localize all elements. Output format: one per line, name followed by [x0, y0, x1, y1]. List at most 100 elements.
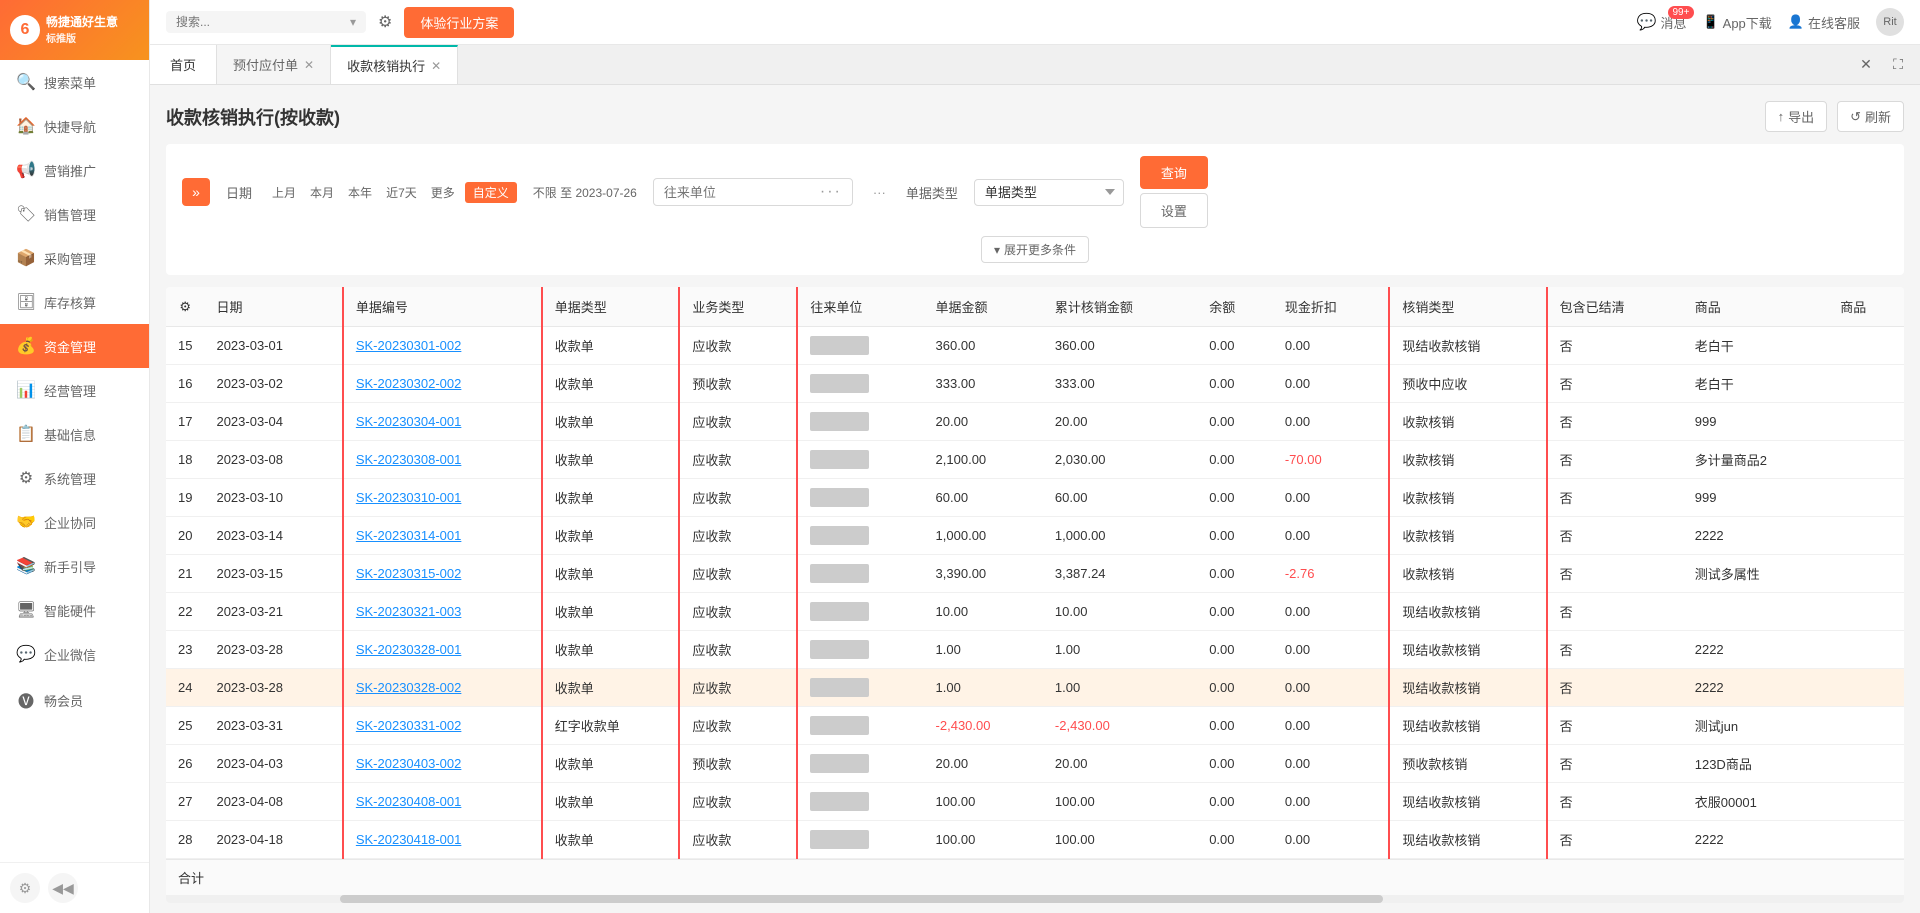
- date-this-month[interactable]: 本月: [306, 182, 338, 203]
- cell-cancel-type: 预收款核销: [1389, 745, 1546, 783]
- sidebar-item-member[interactable]: 🅥畅会员: [0, 676, 149, 724]
- sidebar-item-finance[interactable]: 💰资金管理: [0, 324, 149, 368]
- table-header-row: ⚙ 日期 单据编号 单据类型 业务类型 往来单位 单据金额 累计核销金额 余额 …: [166, 287, 1904, 327]
- date-this-year[interactable]: 本年: [344, 182, 376, 203]
- doc-no-link[interactable]: SK-20230314-001: [356, 528, 462, 543]
- sidebar-item-inventory[interactable]: 🗄库存核算: [0, 280, 149, 324]
- collapse-btn[interactable]: ◀◀: [48, 873, 78, 903]
- date-more[interactable]: 更多: [427, 182, 459, 203]
- cell-partner: ██: [797, 783, 923, 821]
- sidebar-item-operations[interactable]: 📊经营管理: [0, 368, 149, 412]
- sidebar-item-sales[interactable]: 🏷销售管理: [0, 192, 149, 236]
- topbar-app-btn[interactable]: 📱 App下载: [1702, 13, 1771, 32]
- doc-no-link[interactable]: SK-20230315-002: [356, 566, 462, 581]
- doc-no-link[interactable]: SK-20230408-001: [356, 794, 462, 809]
- wechat-icon: 💬: [16, 644, 36, 664]
- sidebar-item-hardware[interactable]: 🖥智能硬件: [0, 588, 149, 632]
- avatar[interactable]: Rit: [1876, 8, 1904, 36]
- table-row: 16 2023-03-02 SK-20230302-002 收款单 预收款 ██…: [166, 365, 1904, 403]
- sidebar-item-system[interactable]: ⚙系统管理: [0, 456, 149, 500]
- cell-doc-type: 红字收款单: [542, 707, 680, 745]
- topbar-chevron-icon[interactable]: ▾: [350, 15, 356, 29]
- sidebar-item-marketing[interactable]: 📢营销推广: [0, 148, 149, 192]
- topbar-msg-btn[interactable]: 💬 消息 99+: [1637, 12, 1687, 32]
- query-btn[interactable]: 查询: [1140, 156, 1208, 189]
- cell-goods1: 123D商品: [1683, 745, 1829, 783]
- sidebar-item-guide[interactable]: 📚新手引导: [0, 544, 149, 588]
- date-last-month[interactable]: 上月: [268, 182, 300, 203]
- cell-include-settled: 否: [1547, 365, 1683, 403]
- doc-no-link[interactable]: SK-20230331-002: [356, 718, 462, 733]
- filter-settings-btn[interactable]: 设置: [1140, 193, 1208, 228]
- msg-badge: 99+: [1668, 6, 1695, 19]
- export-btn[interactable]: ↑ 导出: [1765, 101, 1828, 132]
- cell-balance: 0.00: [1197, 631, 1273, 669]
- cell-biz-type: 应收款: [679, 593, 797, 631]
- topbar-search-input[interactable]: [176, 15, 344, 29]
- tab-home[interactable]: 首页: [150, 45, 217, 84]
- cell-discount: -2.76: [1273, 555, 1389, 593]
- doc-no-link[interactable]: SK-20230304-001: [356, 414, 462, 429]
- cell-include-settled: 否: [1547, 821, 1683, 859]
- horizontal-scrollbar[interactable]: [166, 895, 1904, 903]
- tab-writeoff-close[interactable]: ✕: [431, 59, 441, 73]
- partner-input[interactable]: [664, 185, 814, 200]
- cell-partner: ██: [797, 631, 923, 669]
- cell-cancel-type: 现结收款核销: [1389, 783, 1546, 821]
- topbar-solution-btn[interactable]: 体验行业方案: [404, 7, 514, 38]
- doc-no-link[interactable]: SK-20230302-002: [356, 376, 462, 391]
- tab-close-all-btn[interactable]: ✕: [1854, 53, 1878, 77]
- filter-separator: ···: [869, 185, 890, 200]
- doc-no-link[interactable]: SK-20230418-001: [356, 832, 462, 847]
- cell-include-settled: 否: [1547, 593, 1683, 631]
- sidebar-item-wechat[interactable]: 💬企业微信: [0, 632, 149, 676]
- date-custom-btn[interactable]: 自定义: [465, 182, 517, 203]
- tab-prepay[interactable]: 预付应付单 ✕: [217, 45, 331, 84]
- topbar-gear-icon[interactable]: ⚙: [378, 12, 392, 32]
- th-doc-type: 单据类型: [542, 287, 680, 327]
- refresh-icon: ↺: [1850, 109, 1861, 125]
- sidebar-item-search[interactable]: 🔍搜索菜单: [0, 60, 149, 104]
- sidebar-item-base[interactable]: 📋基础信息: [0, 412, 149, 456]
- cell-goods2: [1828, 403, 1904, 441]
- expand-more-btn[interactable]: ▾ 展开更多条件: [981, 236, 1089, 263]
- doc-no-link[interactable]: SK-20230321-003: [356, 604, 462, 619]
- cell-amount: 333.00: [924, 365, 1043, 403]
- sidebar-item-corp[interactable]: 🤝企业协同: [0, 500, 149, 544]
- doc-no-link[interactable]: SK-20230308-001: [356, 452, 462, 467]
- doc-no-link[interactable]: SK-20230328-001: [356, 642, 462, 657]
- purchase-icon: 📦: [16, 248, 36, 268]
- cell-date: 2023-04-18: [204, 821, 342, 859]
- cell-balance: 0.00: [1197, 707, 1273, 745]
- msg-icon: 💬: [1637, 12, 1657, 32]
- cell-no: 24: [166, 669, 204, 707]
- doc-no-link[interactable]: SK-20230310-001: [356, 490, 462, 505]
- topbar-service-btn[interactable]: 👤 在线客服: [1788, 13, 1860, 32]
- filter-expand-btn[interactable]: »: [182, 178, 210, 206]
- sidebar-item-quick-nav[interactable]: 🏠快捷导航: [0, 104, 149, 148]
- th-gear[interactable]: ⚙: [166, 287, 204, 327]
- scrollbar-thumb[interactable]: [340, 895, 1383, 903]
- cell-goods1: 老白干: [1683, 365, 1829, 403]
- doc-no-link[interactable]: SK-20230328-002: [356, 680, 462, 695]
- tab-prepay-close[interactable]: ✕: [304, 58, 314, 72]
- sidebar-item-label: 智能硬件: [44, 601, 96, 620]
- settings-footer-btn[interactable]: ⚙: [10, 873, 40, 903]
- th-amount: 单据金额: [924, 287, 1043, 327]
- doc-type-select[interactable]: 单据类型 收款单 红字收款单: [974, 179, 1124, 206]
- cell-discount: 0.00: [1273, 479, 1389, 517]
- tab-writeoff[interactable]: 收款核销执行 ✕: [331, 45, 458, 84]
- doc-no-link[interactable]: SK-20230301-002: [356, 338, 462, 353]
- doc-no-link[interactable]: SK-20230403-002: [356, 756, 462, 771]
- th-partner: 往来单位: [797, 287, 923, 327]
- cell-include-settled: 否: [1547, 327, 1683, 365]
- sidebar-item-purchase[interactable]: 📦采购管理: [0, 236, 149, 280]
- cell-biz-type: 预收款: [679, 745, 797, 783]
- refresh-btn[interactable]: ↺ 刷新: [1837, 101, 1904, 132]
- tab-expand-btn[interactable]: ⛶: [1886, 53, 1910, 77]
- cell-discount: 0.00: [1273, 669, 1389, 707]
- cell-amount: 100.00: [924, 821, 1043, 859]
- sidebar: 6 畅捷通好生意 标推版 🔍搜索菜单🏠快捷导航📢营销推广🏷销售管理📦采购管理🗄库…: [0, 0, 150, 913]
- date-last-7days[interactable]: 近7天: [382, 182, 421, 203]
- partner-dots[interactable]: ···: [820, 183, 842, 201]
